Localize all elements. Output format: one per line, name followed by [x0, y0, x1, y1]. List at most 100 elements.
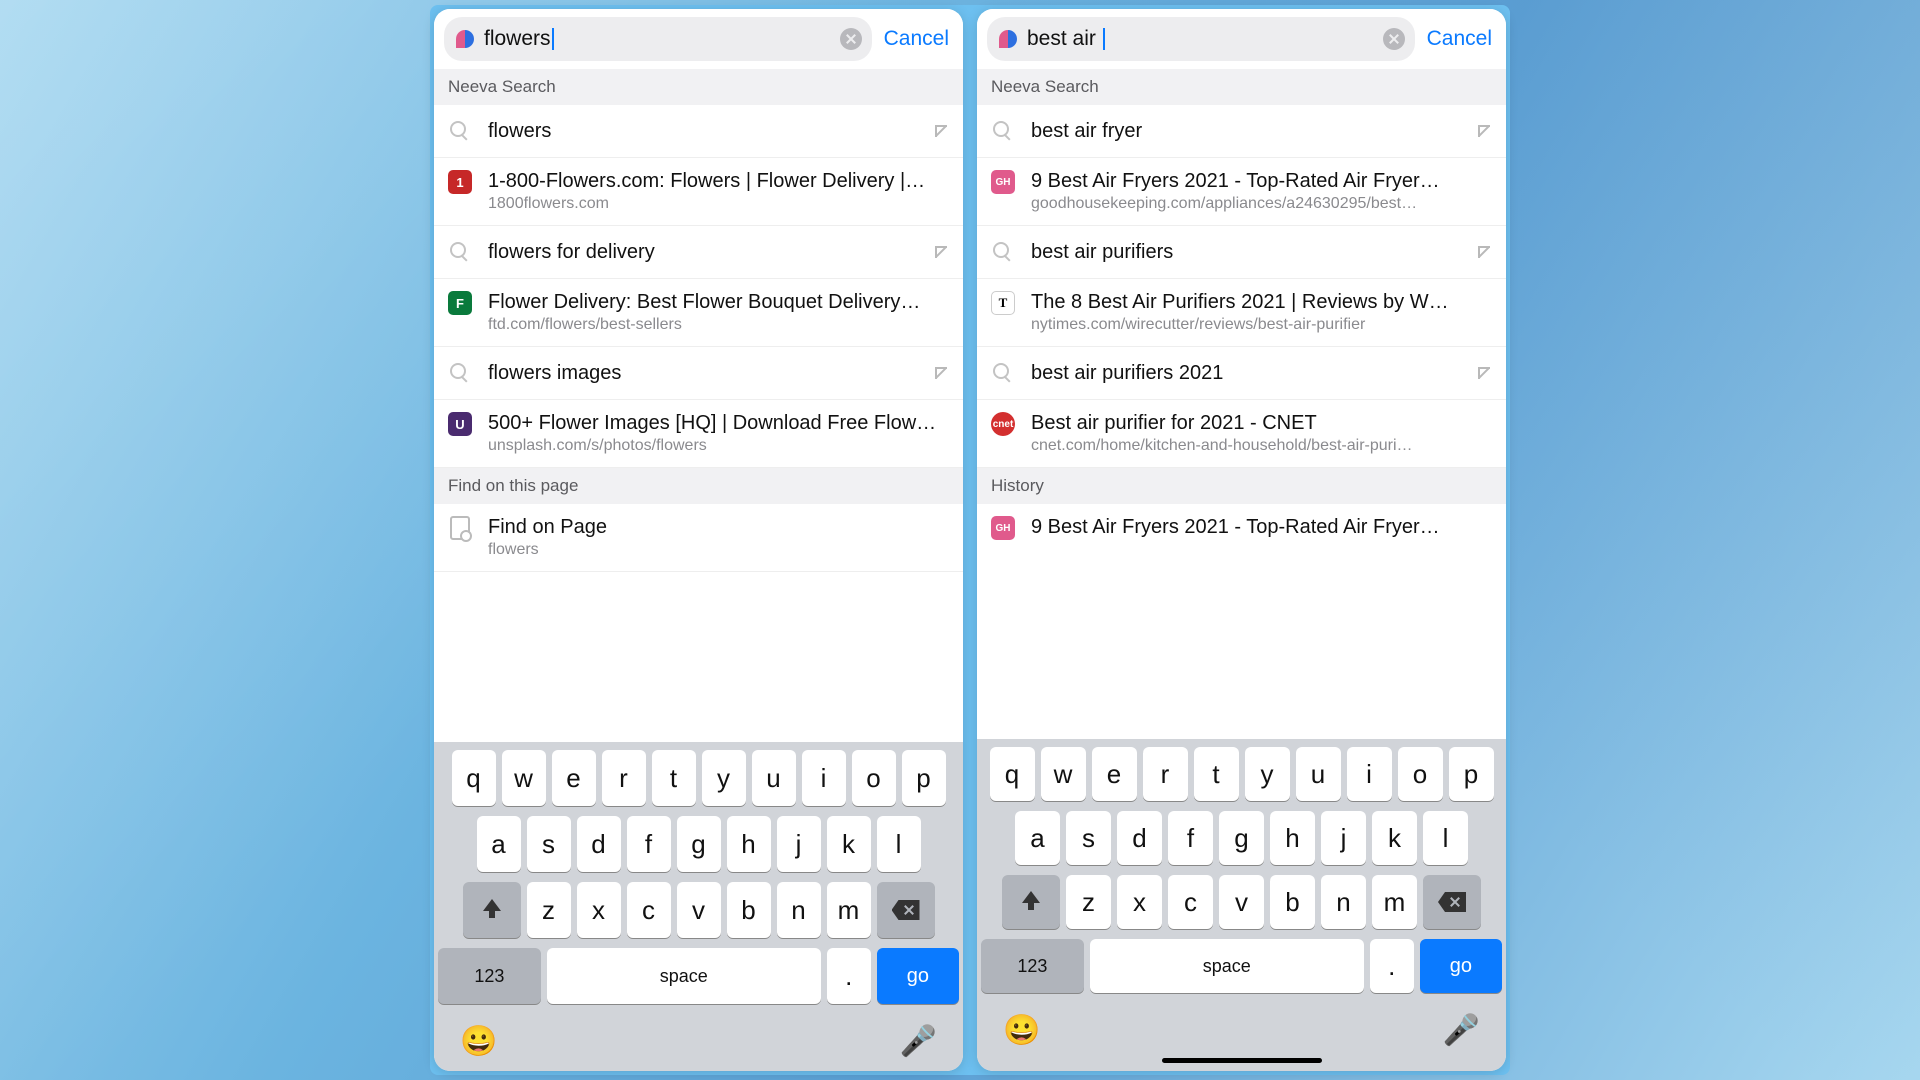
numbers-key[interactable]: 123 [438, 948, 541, 1004]
emoji-key[interactable]: 😀 [460, 1024, 497, 1059]
search-input[interactable]: best air [1027, 27, 1375, 51]
key-o[interactable]: o [852, 750, 896, 806]
find-on-page-row[interactable]: Find on Page flowers [434, 504, 963, 572]
shift-key[interactable] [1002, 875, 1060, 929]
search-field[interactable]: best air [987, 17, 1415, 61]
key-e[interactable]: e [552, 750, 596, 806]
key-s[interactable]: s [527, 816, 571, 872]
key-m[interactable]: m [827, 882, 871, 938]
fill-arrow-icon[interactable] [933, 365, 949, 381]
space-key[interactable]: space [1090, 939, 1364, 993]
result-row[interactable]: GH 9 Best Air Fryers 2021 - Top-Rated Ai… [977, 158, 1506, 226]
key-v[interactable]: v [1219, 875, 1264, 929]
key-k[interactable]: k [1372, 811, 1417, 865]
result-row[interactable]: 1 1-800-Flowers.com: Flowers | Flower De… [434, 158, 963, 226]
key-f[interactable]: f [627, 816, 671, 872]
dot-key[interactable]: . [827, 948, 871, 1004]
key-z[interactable]: z [1066, 875, 1111, 929]
suggestion-row[interactable]: flowers [434, 105, 963, 158]
dot-key[interactable]: . [1370, 939, 1414, 993]
key-b[interactable]: b [1270, 875, 1315, 929]
key-c[interactable]: c [627, 882, 671, 938]
suggestion-row[interactable]: best air fryer [977, 105, 1506, 158]
key-l[interactable]: l [1423, 811, 1468, 865]
key-n[interactable]: n [1321, 875, 1366, 929]
key-q[interactable]: q [452, 750, 496, 806]
key-j[interactable]: j [777, 816, 821, 872]
history-row[interactable]: GH 9 Best Air Fryers 2021 - Top-Rated Ai… [977, 504, 1506, 552]
shift-key[interactable] [463, 882, 521, 938]
suggestion-row[interactable]: best air purifiers [977, 226, 1506, 279]
key-z[interactable]: z [527, 882, 571, 938]
mic-key[interactable]: 🎤 [1443, 1013, 1480, 1048]
keyboard[interactable]: qwertyuiop asdfghjkl zxcvbnm 123 space .… [977, 739, 1506, 1071]
key-r[interactable]: r [602, 750, 646, 806]
clear-icon[interactable] [840, 28, 862, 50]
cancel-button[interactable]: Cancel [1423, 27, 1496, 51]
key-i[interactable]: i [1347, 747, 1392, 801]
key-u[interactable]: u [752, 750, 796, 806]
fill-arrow-icon[interactable] [1476, 365, 1492, 381]
fill-arrow-icon[interactable] [1476, 244, 1492, 260]
key-w[interactable]: w [1041, 747, 1086, 801]
key-b[interactable]: b [727, 882, 771, 938]
key-a[interactable]: a [1015, 811, 1060, 865]
cancel-button[interactable]: Cancel [880, 27, 953, 51]
key-m[interactable]: m [1372, 875, 1417, 929]
key-f[interactable]: f [1168, 811, 1213, 865]
key-g[interactable]: g [1219, 811, 1264, 865]
fill-arrow-icon[interactable] [933, 244, 949, 260]
result-row[interactable]: U 500+ Flower Images [HQ] | Download Fre… [434, 400, 963, 468]
keyboard[interactable]: qwertyuiop asdfghjkl zxcvbnm 123 space .… [434, 742, 963, 1071]
search-input[interactable]: flowers [484, 27, 832, 51]
home-indicator[interactable] [1162, 1058, 1322, 1063]
fill-arrow-icon[interactable] [1476, 123, 1492, 139]
key-p[interactable]: p [902, 750, 946, 806]
numbers-key[interactable]: 123 [981, 939, 1084, 993]
result-row[interactable]: cnet Best air purifier for 2021 - CNET c… [977, 400, 1506, 468]
result-row[interactable]: F Flower Delivery: Best Flower Bouquet D… [434, 279, 963, 347]
key-d[interactable]: d [1117, 811, 1162, 865]
key-x[interactable]: x [1117, 875, 1162, 929]
suggestion-row[interactable]: flowers images [434, 347, 963, 400]
key-d[interactable]: d [577, 816, 621, 872]
space-key[interactable]: space [547, 948, 821, 1004]
backspace-key[interactable] [1423, 875, 1481, 929]
key-c[interactable]: c [1168, 875, 1213, 929]
go-key[interactable]: go [1420, 939, 1502, 993]
suggestion-row[interactable]: flowers for delivery [434, 226, 963, 279]
key-h[interactable]: h [1270, 811, 1315, 865]
search-field[interactable]: flowers [444, 17, 872, 61]
key-v[interactable]: v [677, 882, 721, 938]
key-t[interactable]: t [652, 750, 696, 806]
key-l[interactable]: l [877, 816, 921, 872]
key-u[interactable]: u [1296, 747, 1341, 801]
key-q[interactable]: q [990, 747, 1035, 801]
key-k[interactable]: k [827, 816, 871, 872]
emoji-key[interactable]: 😀 [1003, 1013, 1040, 1048]
result-row[interactable]: T The 8 Best Air Purifiers 2021 | Review… [977, 279, 1506, 347]
key-w[interactable]: w [502, 750, 546, 806]
key-y[interactable]: y [1245, 747, 1290, 801]
clear-icon[interactable] [1383, 28, 1405, 50]
key-p[interactable]: p [1449, 747, 1494, 801]
backspace-key[interactable] [877, 882, 935, 938]
key-h[interactable]: h [727, 816, 771, 872]
fill-arrow-icon[interactable] [933, 123, 949, 139]
suggestion-row[interactable]: best air purifiers 2021 [977, 347, 1506, 400]
key-t[interactable]: t [1194, 747, 1239, 801]
key-y[interactable]: y [702, 750, 746, 806]
keyboard-bottom: 😀 🎤 [981, 1003, 1502, 1054]
key-s[interactable]: s [1066, 811, 1111, 865]
key-o[interactable]: o [1398, 747, 1443, 801]
mic-key[interactable]: 🎤 [900, 1024, 937, 1059]
key-r[interactable]: r [1143, 747, 1188, 801]
key-g[interactable]: g [677, 816, 721, 872]
key-e[interactable]: e [1092, 747, 1137, 801]
key-n[interactable]: n [777, 882, 821, 938]
key-x[interactable]: x [577, 882, 621, 938]
key-i[interactable]: i [802, 750, 846, 806]
key-a[interactable]: a [477, 816, 521, 872]
key-j[interactable]: j [1321, 811, 1366, 865]
go-key[interactable]: go [877, 948, 959, 1004]
